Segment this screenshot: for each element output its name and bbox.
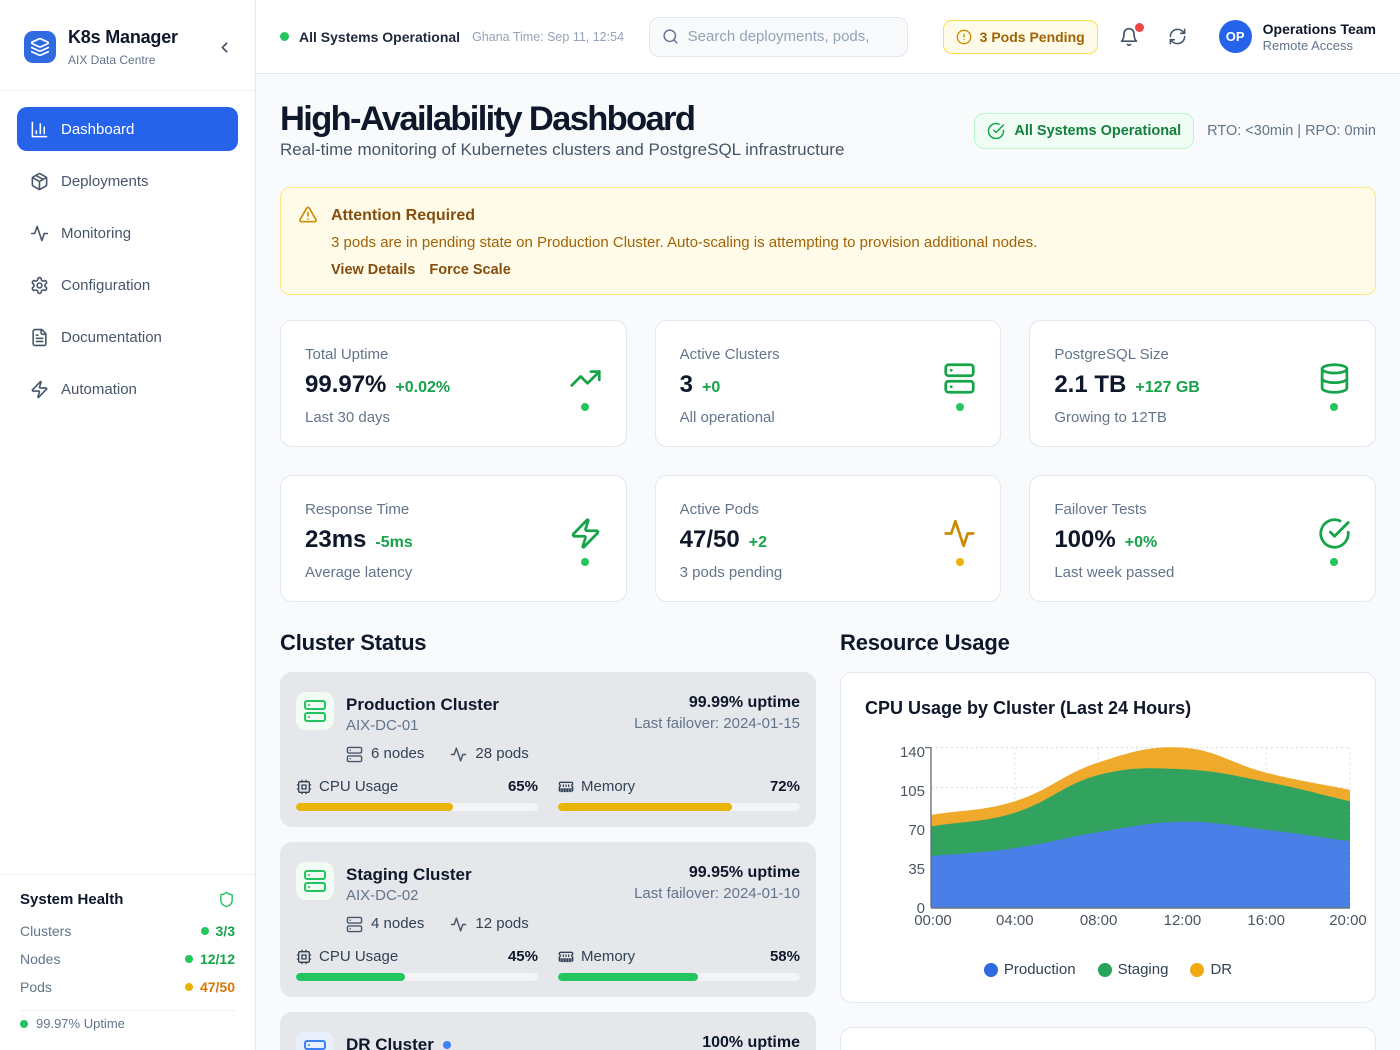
svg-text:70: 70: [908, 822, 925, 839]
svg-text:140: 140: [900, 744, 925, 761]
svg-text:00:00: 00:00: [914, 912, 952, 929]
svg-text:16:00: 16:00: [1247, 912, 1285, 929]
svg-text:20:00: 20:00: [1329, 912, 1367, 929]
svg-text:105: 105: [900, 783, 925, 800]
svg-text:04:00: 04:00: [996, 912, 1034, 929]
svg-text:08:00: 08:00: [1080, 912, 1118, 929]
svg-text:35: 35: [908, 861, 925, 878]
svg-text:12:00: 12:00: [1164, 912, 1202, 929]
